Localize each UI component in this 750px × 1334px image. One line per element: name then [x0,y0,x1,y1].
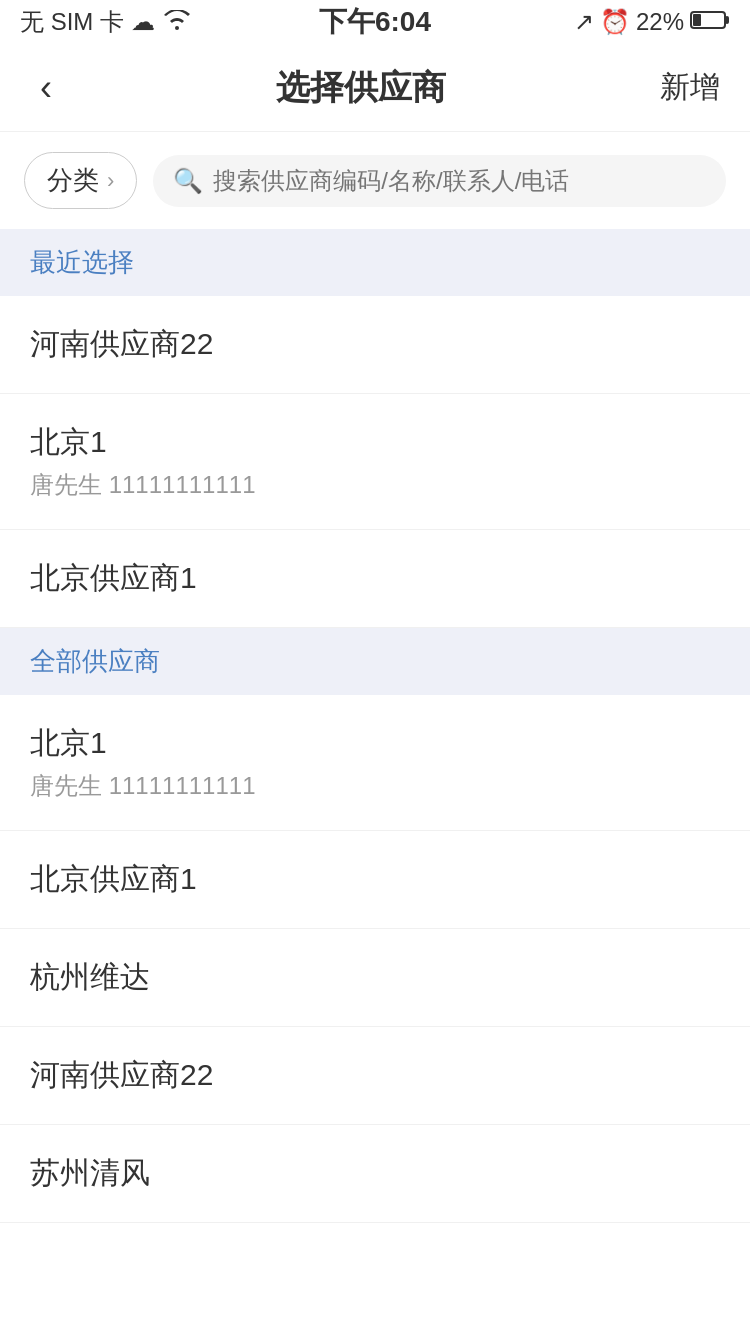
recent-section-header: 最近选择 [0,229,750,296]
list-item[interactable]: 河南供应商22 [0,296,750,394]
list-item[interactable]: 杭州维达 [0,929,750,1027]
list-item[interactable]: 河南供应商22 [0,1027,750,1125]
item-name: 河南供应商22 [30,324,720,365]
location-icon: ↗ [574,8,594,36]
category-filter-button[interactable]: 分类 › [24,152,137,209]
item-name: 北京供应商1 [30,558,720,599]
item-sub: 唐先生 11111111111 [30,770,720,802]
list-item[interactable]: 北京供应商1 [0,831,750,929]
status-bar: 无 SIM 卡 ☁ 下午6:04 ↗ ⏰ 22% [0,0,750,44]
search-icon: 🔍 [173,167,203,195]
list-item[interactable]: 北京供应商1 [0,530,750,628]
search-input[interactable] [213,167,706,195]
item-name: 河南供应商22 [30,1055,720,1096]
recent-section-label: 最近选择 [30,247,134,277]
status-time: 下午6:04 [319,3,431,41]
battery-icon [690,8,730,36]
no-sim-text: 无 SIM 卡 ☁ [20,6,155,38]
category-label: 分类 [47,163,99,198]
status-right: ↗ ⏰ 22% [574,8,730,36]
alarm-icon: ⏰ [600,8,630,36]
search-box: 🔍 [153,155,726,207]
item-name: 北京1 [30,422,720,463]
wifi-icon [163,8,191,36]
list-item[interactable]: 北京1 唐先生 11111111111 [0,695,750,831]
svg-rect-2 [693,14,701,26]
battery-text: 22% [636,8,684,36]
all-section-header: 全部供应商 [0,628,750,695]
back-button[interactable]: ‹ [30,57,62,119]
item-name: 苏州清风 [30,1153,720,1194]
chevron-right-icon: › [107,168,114,194]
item-name: 北京1 [30,723,720,764]
page-title: 选择供应商 [276,65,446,111]
item-name: 北京供应商1 [30,859,720,900]
item-sub: 唐先生 11111111111 [30,469,720,501]
all-suppliers-list: 北京1 唐先生 11111111111 北京供应商1 杭州维达河南供应商22 苏州清… [0,695,750,1223]
all-section-label: 全部供应商 [30,646,160,676]
list-item[interactable]: 北京1 唐先生 11111111111 [0,394,750,530]
filter-bar: 分类 › 🔍 [0,132,750,229]
list-item[interactable]: 苏州清风 [0,1125,750,1223]
nav-bar: ‹ 选择供应商 新增 [0,44,750,132]
recent-list: 河南供应商22 北京1 唐先生 11111111111 北京供应商1 [0,296,750,628]
svg-rect-1 [725,16,729,24]
add-button[interactable]: 新增 [660,67,720,108]
item-name: 杭州维达 [30,957,720,998]
status-left: 无 SIM 卡 ☁ [20,6,191,38]
